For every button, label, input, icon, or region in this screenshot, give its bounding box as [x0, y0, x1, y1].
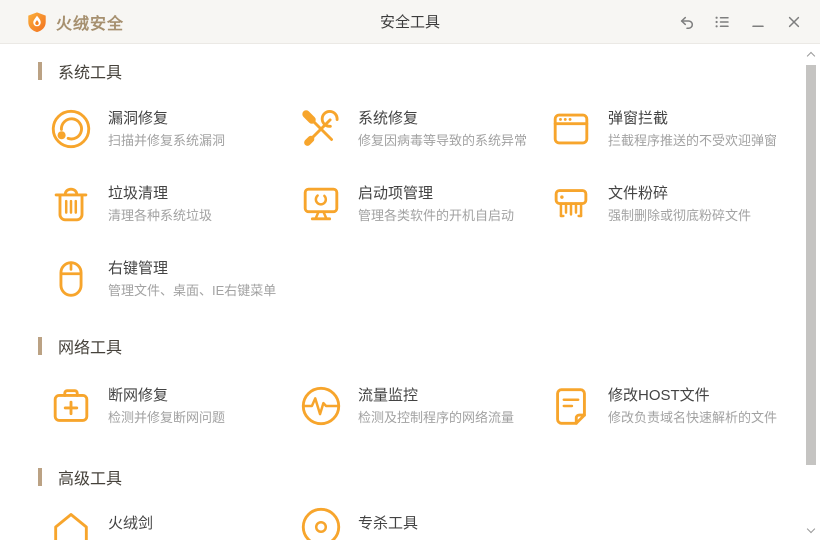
section-system-tools: 系统工具 漏洞修复 扫描并修复系统漏洞 系统修复 修复因病毒等导致的系统异常 弹… — [38, 61, 820, 303]
menu-button[interactable] — [708, 8, 736, 36]
traffic-monitor-icon — [298, 383, 344, 429]
tool-name: 弹窗拦截 — [608, 110, 669, 127]
tool-network-repair[interactable]: 断网修复 检测并修复断网问题 — [48, 382, 298, 430]
special-kill-icon — [298, 504, 344, 540]
huorong-logo-icon — [28, 11, 46, 32]
titlebar: 火绒安全 安全工具 — [0, 0, 820, 44]
host-file-icon — [548, 383, 594, 429]
section-bar — [38, 62, 42, 80]
tool-name: 漏洞修复 — [108, 110, 169, 127]
brand: 火绒安全 — [0, 10, 124, 34]
vulnerability-fix-icon — [48, 106, 94, 152]
section-header: 网络工具 — [38, 336, 820, 357]
tool-name: 修改HOST文件 — [608, 387, 710, 404]
tool-special-kill[interactable]: 专杀工具 — [298, 503, 548, 540]
section-title: 网络工具 — [58, 340, 123, 357]
back-arrow-icon — [680, 16, 694, 29]
minimize-icon — [752, 24, 764, 27]
network-repair-icon — [48, 383, 94, 429]
scrollbar[interactable] — [806, 45, 817, 540]
tool-desc: 管理文件、桌面、IE右键菜单 — [108, 283, 277, 298]
close-button[interactable] — [780, 8, 808, 36]
tool-desc: 修改负责域名快速解析的文件 — [608, 410, 778, 425]
brand-title: 火绒安全 — [56, 15, 125, 33]
context-menu-icon — [48, 256, 94, 302]
section-header: 高级工具 — [38, 467, 820, 488]
back-button[interactable] — [672, 8, 700, 36]
tool-desc: 检测及控制程序的网络流量 — [358, 410, 515, 425]
app-window: 火绒安全 安全工具 系统工具 漏洞修复 扫描并修复系统漏洞 系统修复 修复因病毒… — [0, 0, 820, 540]
popup-block-icon — [548, 106, 594, 152]
tool-popup-block[interactable]: 弹窗拦截 拦截程序推送的不受欢迎弹窗 — [548, 105, 798, 153]
tool-name: 断网修复 — [108, 387, 169, 404]
tool-name: 启动项管理 — [358, 185, 434, 202]
section-title: 系统工具 — [58, 65, 123, 82]
tool-name: 专杀工具 — [358, 514, 419, 532]
tool-grid: 漏洞修复 扫描并修复系统漏洞 系统修复 修复因病毒等导致的系统异常 弹窗拦截 拦… — [48, 105, 820, 303]
scrollbar-thumb[interactable] — [806, 65, 816, 465]
tool-traffic-monitor[interactable]: 流量监控 检测及控制程序的网络流量 — [298, 382, 548, 430]
file-shredder-icon — [548, 181, 594, 227]
tool-desc: 修复因病毒等导致的系统异常 — [358, 133, 528, 148]
tool-grid: 火绒剑 专杀工具 — [48, 503, 820, 540]
tool-file-shredder[interactable]: 文件粉碎 强制删除或彻底粉碎文件 — [548, 180, 798, 228]
tool-name: 流量监控 — [358, 387, 419, 404]
section-header: 系统工具 — [38, 61, 820, 82]
tool-grid: 断网修复 检测并修复断网问题 流量监控 检测及控制程序的网络流量 修改HOST文… — [48, 382, 820, 430]
tool-startup-manager[interactable]: 启动项管理 管理各类软件的开机自启动 — [298, 180, 548, 228]
tool-desc: 检测并修复断网问题 — [108, 410, 226, 425]
section-bar — [38, 468, 42, 486]
tool-context-menu-manager[interactable]: 右键管理 管理文件、桌面、IE右键菜单 — [48, 255, 298, 303]
section-bar — [38, 337, 42, 355]
section-title: 高级工具 — [58, 471, 123, 488]
minimize-button[interactable] — [744, 8, 772, 36]
tool-name: 火绒剑 — [108, 514, 154, 532]
tools-page: 系统工具 漏洞修复 扫描并修复系统漏洞 系统修复 修复因病毒等导致的系统异常 弹… — [0, 44, 820, 540]
tool-huorong-sword[interactable]: 火绒剑 — [48, 503, 298, 540]
sword-shield-icon — [48, 504, 94, 540]
tool-name: 右键管理 — [108, 260, 169, 277]
scroll-down-icon[interactable] — [806, 524, 816, 534]
system-repair-icon — [298, 106, 344, 152]
tool-vulnerability-fix[interactable]: 漏洞修复 扫描并修复系统漏洞 — [48, 105, 298, 153]
tool-host-file[interactable]: 修改HOST文件 修改负责域名快速解析的文件 — [548, 382, 798, 430]
close-icon — [788, 16, 800, 27]
tool-desc: 管理各类软件的开机自启动 — [358, 208, 515, 223]
startup-manager-icon — [298, 181, 344, 227]
list-menu-icon — [715, 16, 729, 27]
section-advanced-tools: 高级工具 火绒剑 专杀工具 — [38, 467, 820, 540]
junk-clean-icon — [48, 181, 94, 227]
section-network-tools: 网络工具 断网修复 检测并修复断网问题 流量监控 检测及控制程序的网络流量 修改… — [38, 336, 820, 430]
tool-desc: 强制删除或彻底粉碎文件 — [608, 208, 752, 223]
tool-name: 垃圾清理 — [108, 185, 169, 202]
tool-desc: 扫描并修复系统漏洞 — [108, 133, 226, 148]
tool-name: 系统修复 — [358, 110, 419, 127]
tool-desc: 清理各种系统垃圾 — [108, 208, 213, 223]
tool-desc: 拦截程序推送的不受欢迎弹窗 — [608, 133, 778, 148]
tool-junk-clean[interactable]: 垃圾清理 清理各种系统垃圾 — [48, 180, 298, 228]
tool-system-repair[interactable]: 系统修复 修复因病毒等导致的系统异常 — [298, 105, 548, 153]
tool-name: 文件粉碎 — [608, 185, 669, 202]
scroll-up-icon[interactable] — [806, 51, 816, 61]
window-controls — [672, 8, 820, 36]
